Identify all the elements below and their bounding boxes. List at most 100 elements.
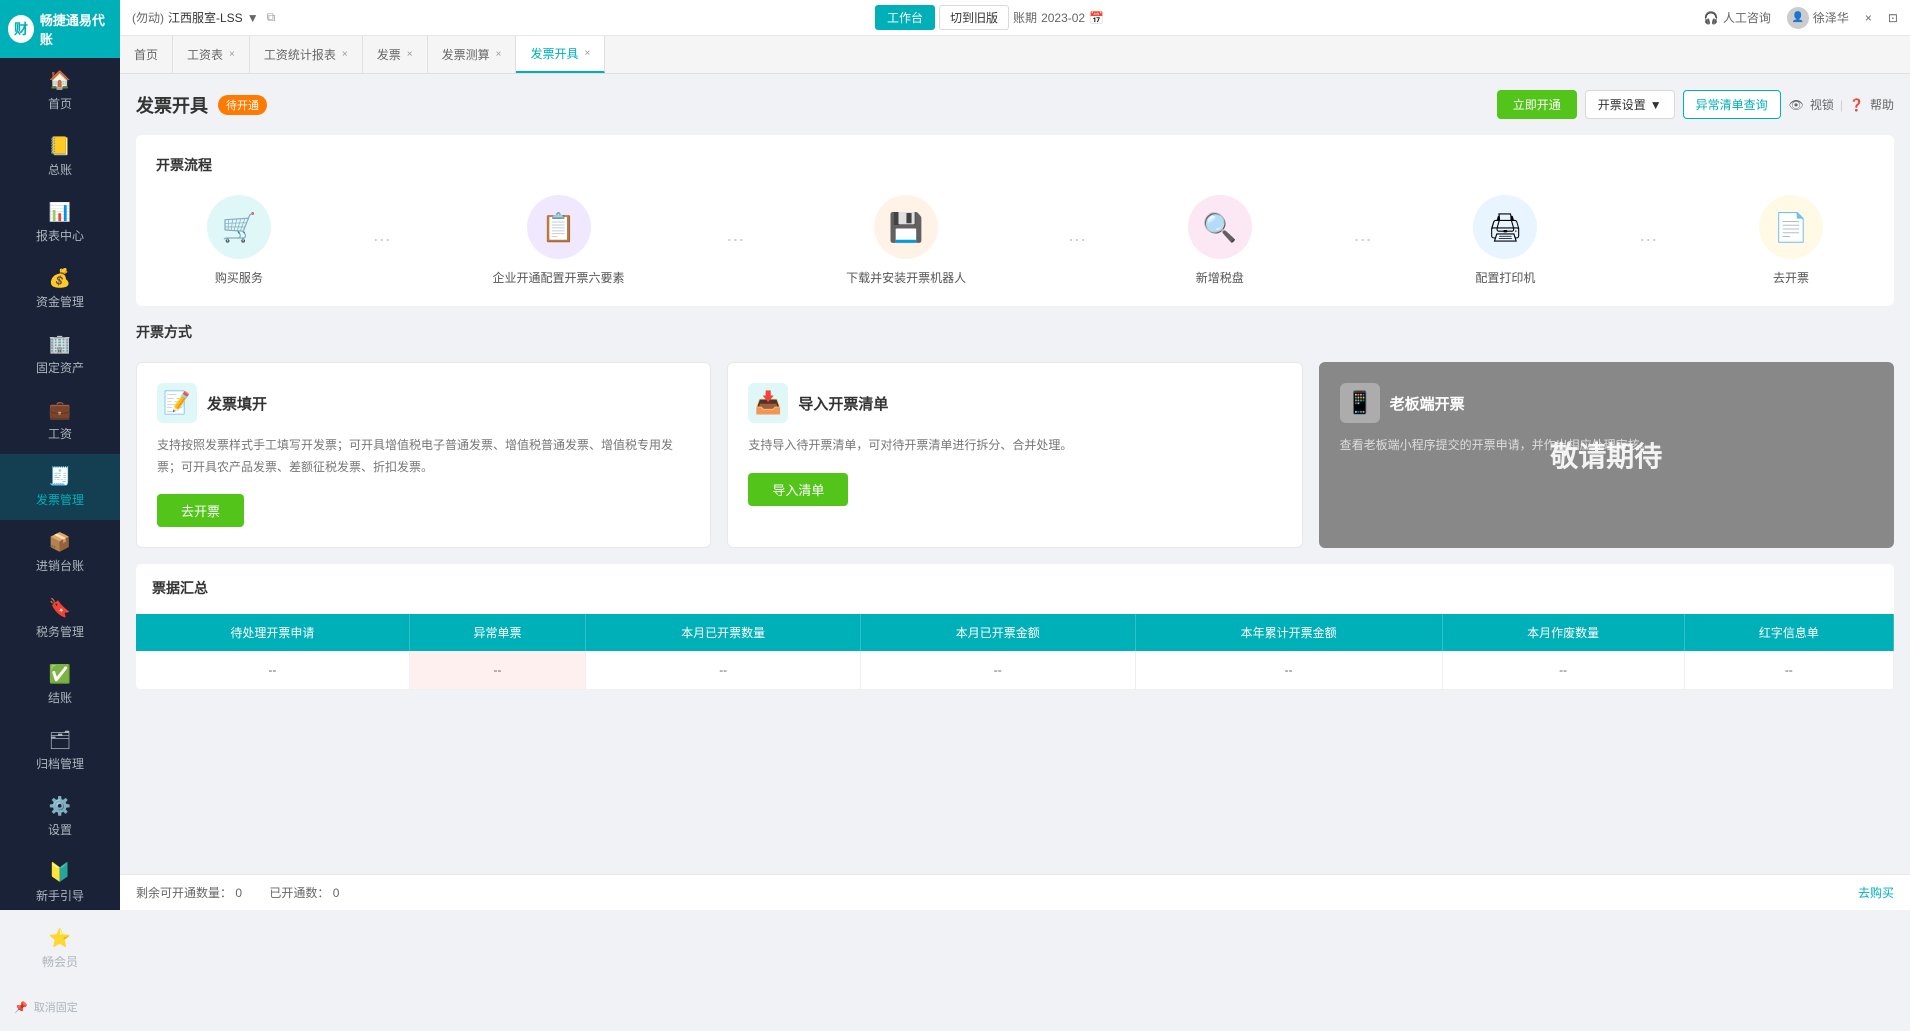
company-dropdown-icon: ▼ bbox=[247, 11, 259, 25]
buy-label: 购买服务 bbox=[215, 269, 263, 286]
method-card-import: 📥 导入开票清单 支持导入待开票清单，可对待开票清单进行拆分、合并处理。 导入清… bbox=[727, 362, 1302, 548]
manual-title: 发票填开 bbox=[207, 393, 267, 414]
calendar-icon[interactable]: 📅 bbox=[1089, 11, 1104, 25]
manual-desc: 支持按照发票样式手工填写开发票；可开具增值税电子普通发票、增值税普通发票、增值税… bbox=[157, 435, 690, 478]
import-icon: 📥 bbox=[748, 383, 788, 423]
printer-circle: 🖨 bbox=[1473, 195, 1537, 259]
sidebar-item-label: 资金管理 bbox=[36, 293, 84, 310]
taxbox-label: 新增税盘 bbox=[1196, 269, 1244, 286]
main-area: (勿动) 江西服室-LSS ▼ ⧉ 工作台 切到旧版 账期 2023-02 📅 … bbox=[120, 0, 1910, 910]
period-label: 账期 2023-02 📅 bbox=[1013, 9, 1104, 26]
sidebar-item-settings[interactable]: ⚙️ 设置 bbox=[0, 784, 120, 850]
sidebar-item-ledger[interactable]: 📒 总账 bbox=[0, 124, 120, 190]
remaining-value: 0 bbox=[235, 886, 242, 900]
sidebar-item-invoice-mgr[interactable]: 🧾 发票管理 bbox=[0, 454, 120, 520]
sidebar-item-label: 新手引导 bbox=[36, 887, 84, 904]
flow-steps: 🛒 购买服务 ⋯ 📋 企业开通配置开票六要素 ⋯ 💾 下载并安装开票机器 bbox=[156, 195, 1874, 286]
bottom-left: 剩余可开通数量： 0 已开通数： 0 bbox=[136, 884, 339, 901]
close-button[interactable]: × bbox=[1865, 11, 1872, 25]
logo-icon: 财 bbox=[8, 15, 34, 43]
view-label: 视锁 bbox=[1810, 96, 1834, 113]
flow-arrow-3: ⋯ bbox=[1068, 230, 1086, 251]
flow-arrow-1: ⋯ bbox=[373, 230, 391, 251]
tab-invoice-tool-close[interactable]: × bbox=[584, 48, 590, 59]
funds-icon: 💰 bbox=[49, 268, 71, 289]
flow-step-taxbox: 🔍 新增税盘 bbox=[1188, 195, 1252, 286]
logo-char: 财 bbox=[14, 19, 28, 39]
tab-payroll-close[interactable]: × bbox=[229, 49, 235, 60]
sidebar-logo: 财 畅捷通易代账 bbox=[0, 0, 120, 58]
bottom-right: 去购买 bbox=[1858, 884, 1894, 901]
col-month-amount: 本月已开票金额 bbox=[860, 614, 1135, 651]
sidebar-item-label: 设置 bbox=[48, 821, 72, 838]
sidebar-item-funds[interactable]: 💰 资金管理 bbox=[0, 256, 120, 322]
summary-title: 票据汇总 bbox=[136, 564, 1894, 598]
cell-month-count: -- bbox=[586, 651, 861, 690]
sidebar-item-newbie[interactable]: 🔰 新手引导 bbox=[0, 850, 120, 916]
sidebar-item-label: 首页 bbox=[48, 95, 72, 112]
switch-button[interactable]: 切到旧版 bbox=[939, 5, 1009, 30]
tab-invoice[interactable]: 发票 × bbox=[363, 36, 428, 73]
sidebar-item-payroll[interactable]: 💼 工资 bbox=[0, 388, 120, 454]
taxbox-icon: 🔍 bbox=[1202, 211, 1237, 244]
tab-payroll[interactable]: 工资表 × bbox=[173, 36, 250, 73]
copy-icon[interactable]: ⧉ bbox=[267, 10, 276, 25]
sidebar-item-label: 发票管理 bbox=[36, 491, 84, 508]
ledger-icon: 📒 bbox=[49, 136, 71, 157]
sidebar-item-member[interactable]: ⭐ 畅会员 bbox=[0, 916, 120, 982]
period-value: 2023-02 bbox=[1041, 11, 1085, 25]
topbar-center: 工作台 切到旧版 账期 2023-02 📅 bbox=[875, 5, 1104, 30]
issue-label: 去开票 bbox=[1773, 269, 1809, 286]
sidebar-item-tax[interactable]: 🔖 税务管理 bbox=[0, 586, 120, 652]
flow-step-download: 💾 下载并安装开票机器人 bbox=[846, 195, 966, 286]
settings-button[interactable]: 开票设置 ▼ bbox=[1585, 90, 1675, 119]
query-button[interactable]: 异常清单查询 bbox=[1683, 90, 1781, 119]
tab-payroll-stats[interactable]: 工资统计报表 × bbox=[250, 36, 363, 73]
sidebar-item-label: 归档管理 bbox=[36, 755, 84, 772]
company-select[interactable]: (勿动) 江西服室-LSS ▼ bbox=[132, 9, 259, 26]
import-desc: 支持导入待开票清单，可对待开票清单进行拆分、合并处理。 bbox=[748, 435, 1281, 457]
goto-buy-link[interactable]: 去购买 bbox=[1858, 886, 1894, 900]
tab-home[interactable]: 首页 bbox=[120, 36, 173, 73]
service-button[interactable]: 🎧 人工咨询 bbox=[1704, 9, 1771, 26]
sidebar-item-label: 报表中心 bbox=[36, 227, 84, 244]
immediate-open-button[interactable]: 立即开通 bbox=[1497, 90, 1577, 119]
status-badge: 待开通 bbox=[218, 95, 267, 115]
tab-invoice-tool[interactable]: 发票开具 × bbox=[516, 36, 605, 73]
summary-table: 待处理开票申请 异常单票 本月已开票数量 本月已开票金额 本年累计开票金额 本月… bbox=[136, 614, 1894, 690]
cell-year-amount: -- bbox=[1135, 651, 1442, 690]
period-text: 账期 bbox=[1013, 9, 1037, 26]
sidebar-item-home[interactable]: 🏠 首页 bbox=[0, 58, 120, 124]
view-toggle[interactable]: 👁 视锁 | ❓ 帮助 bbox=[1789, 96, 1894, 113]
issue-icon: 📄 bbox=[1774, 211, 1809, 244]
cell-pending: -- bbox=[136, 651, 409, 690]
goto-invoice-button[interactable]: 去开票 bbox=[157, 494, 244, 527]
chevron-down-icon: ▼ bbox=[1650, 98, 1662, 112]
sidebar-item-reports[interactable]: 📊 报表中心 bbox=[0, 190, 120, 256]
restore-button[interactable]: ⊡ bbox=[1888, 11, 1898, 25]
user-menu[interactable]: 👤 徐泽华 bbox=[1787, 7, 1849, 29]
tab-invoice-calc-close[interactable]: × bbox=[496, 49, 502, 60]
import-title: 导入开票清单 bbox=[798, 393, 888, 414]
sidebar-item-purchase-sales[interactable]: 📦 进销台账 bbox=[0, 520, 120, 586]
configure-label: 企业开通配置开票六要素 bbox=[493, 269, 625, 286]
flow-step-issue: 📄 去开票 bbox=[1759, 195, 1823, 286]
method-card-boss: 📱 老板端开票 查看老板端小程序提交的开票申请，并作出相应处理审核。 敬请期待 bbox=[1319, 362, 1894, 548]
sidebar-item-assets[interactable]: 🏢 固定资产 bbox=[0, 322, 120, 388]
tabbar: 首页 工资表 × 工资统计报表 × 发票 × 发票测算 × 发票开具 × bbox=[120, 36, 1910, 74]
method-header-boss: 📱 老板端开票 bbox=[1340, 383, 1873, 423]
tab-payroll-stats-close[interactable]: × bbox=[342, 49, 348, 60]
sidebar-item-reconcile[interactable]: ✅ 结账 bbox=[0, 652, 120, 718]
topbar-right: 🎧 人工咨询 👤 徐泽华 × ⊡ bbox=[1704, 7, 1898, 29]
help-label: 帮助 bbox=[1870, 96, 1894, 113]
tab-invoice-calc[interactable]: 发票测算 × bbox=[428, 36, 517, 73]
pin-toggle[interactable]: 📌 取消固定 bbox=[10, 993, 110, 1021]
tab-invoice-close[interactable]: × bbox=[407, 49, 413, 60]
workbench-button[interactable]: 工作台 bbox=[875, 5, 935, 30]
import-list-button[interactable]: 导入清单 bbox=[748, 473, 848, 506]
flow-arrow-5: ⋯ bbox=[1639, 230, 1657, 251]
cell-abnormal: -- bbox=[409, 651, 586, 690]
sidebar-item-archive[interactable]: 🗂 归档管理 bbox=[0, 718, 120, 784]
flow-section-title: 开票流程 bbox=[156, 155, 1874, 179]
archive-icon: 🗂 bbox=[49, 730, 72, 751]
